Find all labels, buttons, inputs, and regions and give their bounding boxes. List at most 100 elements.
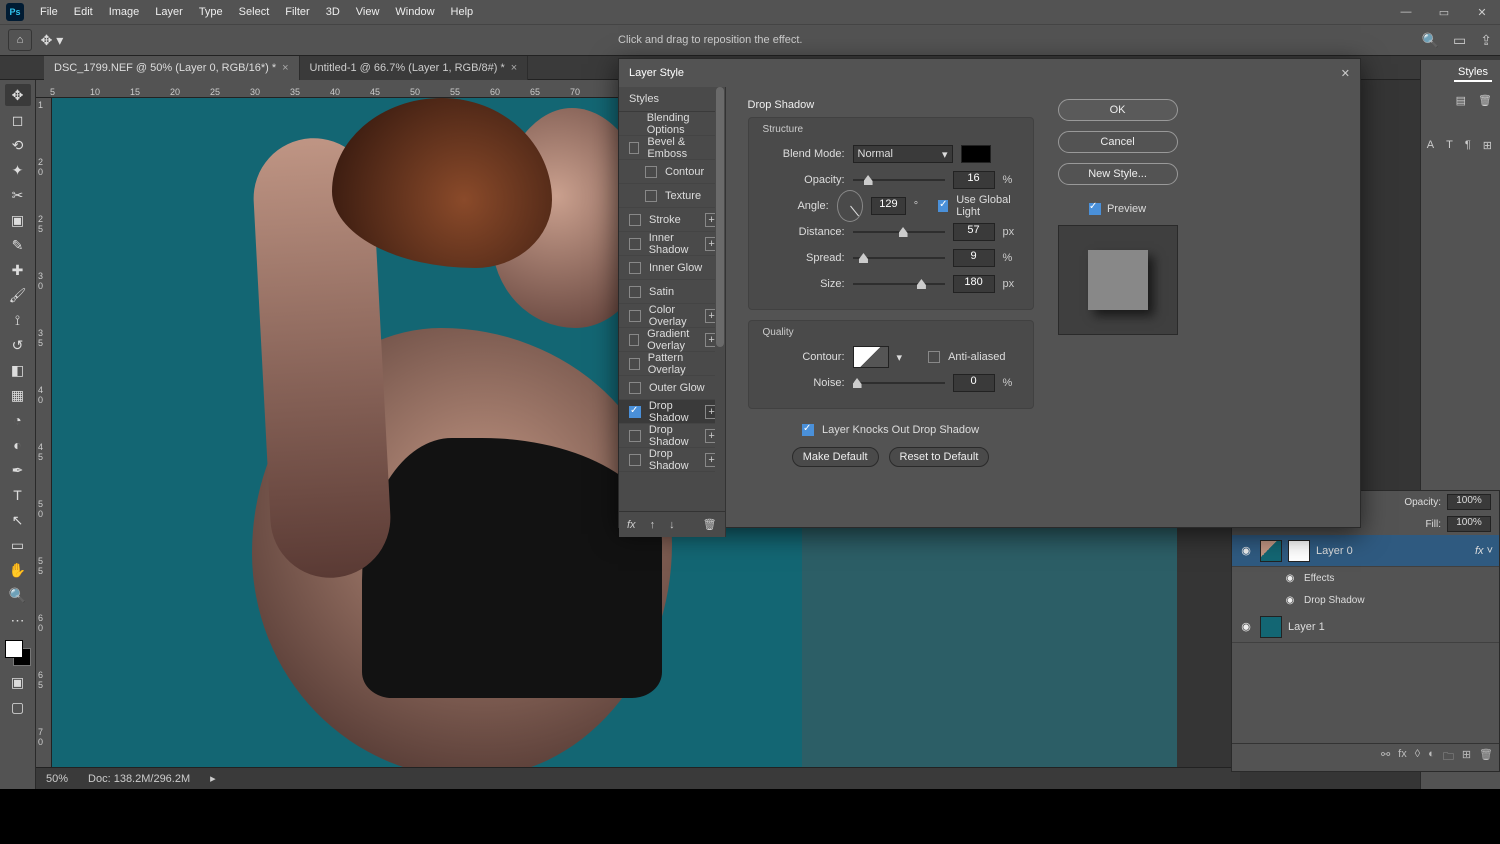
eraser-tool-icon[interactable]: ◧ [5,359,31,381]
crop-tool-icon[interactable]: ✂ [5,184,31,206]
style-checkbox[interactable] [645,166,657,178]
style-row-drop-shadow[interactable]: Drop Shadow+ [619,424,725,448]
tab-inactive[interactable]: Untitled-1 @ 66.7% (Layer 1, RGB/8#) * × [300,56,529,80]
style-row-drop-shadow[interactable]: Drop Shadow+ [619,400,725,424]
menu-3d[interactable]: 3D [318,6,348,18]
panel-icon[interactable]: ¶ [1465,139,1471,152]
style-row-texture[interactable]: Texture [619,184,725,208]
style-row-color-overlay[interactable]: Color Overlay+ [619,304,725,328]
opacity-value[interactable]: 100% [1447,494,1491,510]
pen-tool-icon[interactable]: ✒ [5,459,31,481]
global-light-checkbox[interactable] [938,200,948,212]
workspace-icon[interactable]: ▭ [1453,32,1466,49]
shadow-color-swatch[interactable] [961,145,991,163]
style-checkbox[interactable] [629,454,641,466]
menu-file[interactable]: File [32,6,66,18]
blend-mode-select[interactable]: Normal▾ [853,145,953,163]
layer-row[interactable]: ◉ Layer 1 [1232,611,1499,643]
zoom-level[interactable]: 50% [46,773,68,785]
visibility-icon[interactable]: ◉ [1282,573,1298,584]
scrollbar[interactable] [715,87,725,511]
panel-icon[interactable]: ▤ [1456,94,1466,107]
style-row-drop-shadow[interactable]: Drop Shadow+ [619,448,725,472]
visibility-icon[interactable]: ◉ [1238,620,1254,633]
ok-button[interactable]: OK [1058,99,1178,121]
style-row-pattern-overlay[interactable]: Pattern Overlay [619,352,725,376]
noise-value[interactable]: 0 [953,374,995,392]
make-default-button[interactable]: Make Default [792,447,879,467]
hand-tool-icon[interactable]: ✋ [5,559,31,581]
link-icon[interactable]: ⚯ [1381,748,1390,767]
style-checkbox[interactable] [629,310,641,322]
style-row-blending-options[interactable]: Blending Options [619,112,725,136]
folder-icon[interactable]: 🗀 [1443,748,1454,767]
fx-icon[interactable]: fx [627,519,636,531]
menu-view[interactable]: View [348,6,388,18]
shape-tool-icon[interactable]: ▭ [5,534,31,556]
dodge-tool-icon[interactable]: ◐ [5,434,31,456]
adjustment-icon[interactable]: ◐ [1428,748,1435,767]
fill-value[interactable]: 100% [1447,516,1491,532]
clone-tool-icon[interactable]: ⟟ [5,309,31,331]
dropshadow-sub[interactable]: ◉ Drop Shadow [1232,589,1499,611]
zoom-tool-icon[interactable]: 🔍 [5,584,31,606]
opacity-value[interactable]: 16 [953,171,995,189]
angle-dial[interactable] [837,190,863,222]
menu-help[interactable]: Help [443,6,482,18]
style-checkbox[interactable] [629,334,639,346]
marquee-tool-icon[interactable]: ◻ [5,109,31,131]
menu-type[interactable]: Type [191,6,231,18]
trash-icon[interactable]: 🗑 [1479,748,1493,767]
style-checkbox[interactable] [629,358,640,370]
style-row-inner-glow[interactable]: Inner Glow [619,256,725,280]
fx-icon[interactable]: fx [1398,748,1407,767]
panel-icon[interactable]: A [1427,139,1434,152]
style-row-bevel-emboss[interactable]: Bevel & Emboss [619,136,725,160]
style-checkbox[interactable] [629,262,641,274]
blur-tool-icon[interactable]: ◔ [5,409,31,431]
history-brush-tool-icon[interactable]: ↺ [5,334,31,356]
style-row-outer-glow[interactable]: Outer Glow [619,376,725,400]
new-style-button[interactable]: New Style... [1058,163,1178,185]
menu-layer[interactable]: Layer [147,6,191,18]
chevron-right-icon[interactable]: ▸ [210,772,216,785]
knockout-checkbox[interactable] [802,424,814,436]
layer-thumb[interactable] [1260,616,1282,638]
distance-value[interactable]: 57 [953,223,995,241]
preview-checkbox[interactable] [1089,203,1101,215]
opacity-slider[interactable] [853,173,945,187]
style-row-inner-shadow[interactable]: Inner Shadow+ [619,232,725,256]
visibility-icon[interactable]: ◉ [1282,595,1298,606]
panel-icon[interactable]: T [1446,139,1453,152]
close-icon[interactable]: ✕ [1341,67,1350,80]
styles-header[interactable]: Styles [619,87,725,112]
layer-row[interactable]: ◉ Layer 0 fx ˅ [1232,535,1499,567]
styles-tab[interactable]: Styles [1454,64,1492,82]
style-checkbox[interactable] [629,406,641,418]
edit-toolbar-icon[interactable]: ⋯ [5,609,31,631]
style-row-stroke[interactable]: Stroke+ [619,208,725,232]
style-checkbox[interactable] [629,430,641,442]
layer-mask-thumb[interactable] [1288,540,1310,562]
panel-icon[interactable]: 🗑 [1478,94,1492,107]
style-checkbox[interactable] [629,382,641,394]
cancel-button[interactable]: Cancel [1058,131,1178,153]
size-slider[interactable] [853,277,945,291]
spread-slider[interactable] [853,251,945,265]
frame-tool-icon[interactable]: ▣ [5,209,31,231]
menu-select[interactable]: Select [231,6,278,18]
window-close-icon[interactable]: ✕ [1470,6,1494,19]
style-row-contour[interactable]: Contour [619,160,725,184]
magic-wand-tool-icon[interactable]: ✦ [5,159,31,181]
brush-tool-icon[interactable]: 🖌 [5,284,31,306]
home-button[interactable]: ⌂ [8,29,32,51]
close-icon[interactable]: × [511,62,517,74]
eyedropper-tool-icon[interactable]: ✎ [5,234,31,256]
down-icon[interactable]: ↓ [669,519,675,531]
up-icon[interactable]: ↑ [650,519,656,531]
spread-value[interactable]: 9 [953,249,995,267]
noise-slider[interactable] [853,376,945,390]
menu-edit[interactable]: Edit [66,6,101,18]
fg-color-swatch[interactable] [5,640,23,658]
screenmode-icon[interactable]: ▢ [5,696,31,718]
